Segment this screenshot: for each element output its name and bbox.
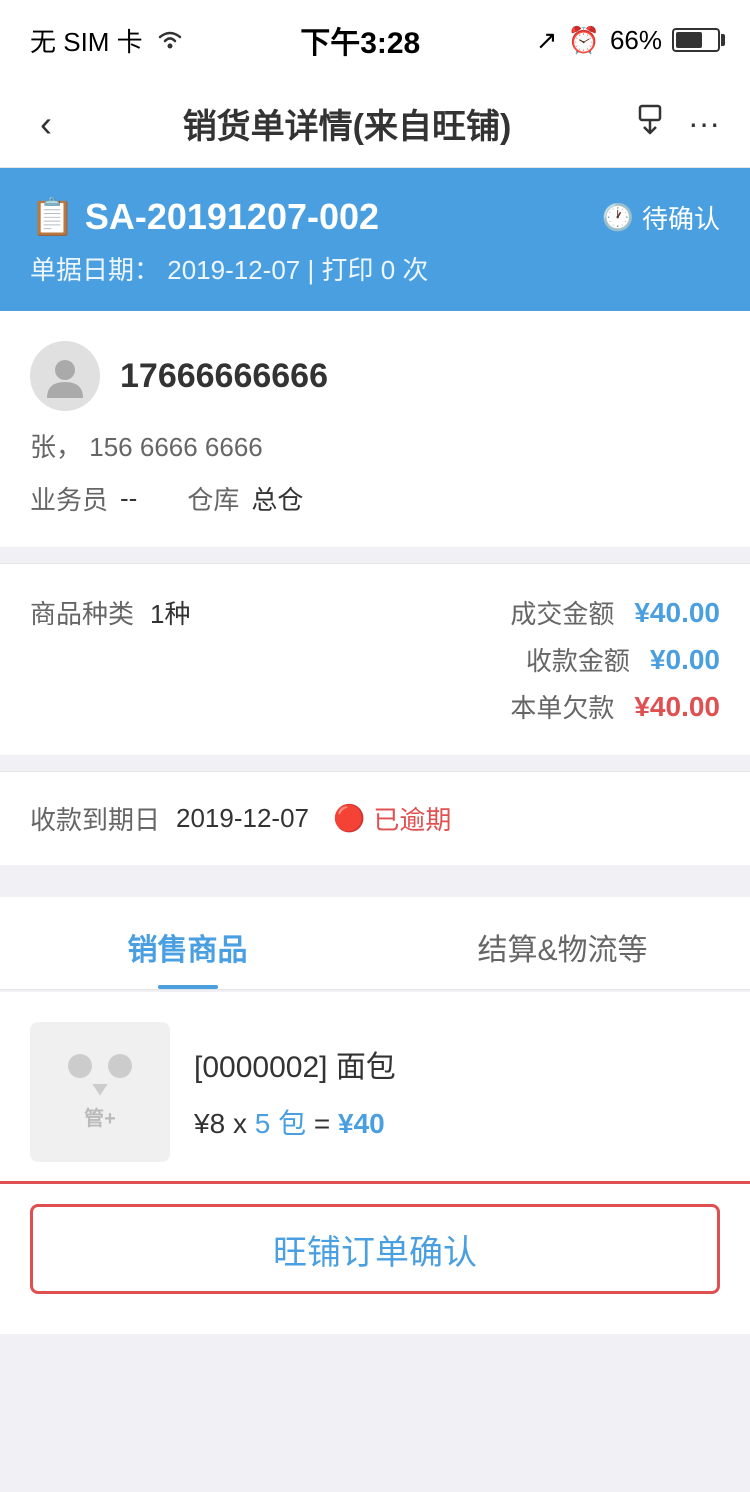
- amount-label: 成交金额: [510, 594, 614, 631]
- equals-symbol: =: [314, 1108, 338, 1139]
- product-total: ¥40: [338, 1108, 385, 1139]
- due-label: 收款到期日: [30, 800, 160, 837]
- tab-sales-goods-label: 销售商品: [128, 934, 248, 967]
- confirm-order-button[interactable]: 旺铺订单确认: [30, 1204, 720, 1294]
- customer-card: 17666666666 张， 156 6666 6666 业务员 -- 仓库 总…: [0, 311, 750, 547]
- summary-right: 成交金额 ¥40.00 收款金额 ¥0.00 本单欠款 ¥40.00: [510, 594, 720, 725]
- customer-phone: 17666666666: [120, 357, 328, 396]
- owl-eyes: [68, 1054, 132, 1078]
- order-id-text: SA-20191207-002: [85, 196, 379, 238]
- product-code: [0000002]: [194, 1051, 327, 1084]
- summary-card: 商品种类 1种 成交金额 ¥40.00 收款金额 ¥0.00 本单欠款 ¥40.…: [0, 564, 750, 755]
- product-qty-unit: 包: [278, 1108, 306, 1139]
- order-id: 📋 SA-20191207-002: [30, 196, 379, 238]
- due-date-value: 2019-12-07: [176, 803, 309, 834]
- status-clock-icon: 🕐: [602, 202, 634, 233]
- product-price: ¥8 x 5 包 = ¥40: [194, 1102, 720, 1142]
- share-icon[interactable]: [632, 102, 668, 146]
- warehouse-item: 仓库 总仓: [187, 480, 303, 517]
- owl-eye-right: [108, 1054, 132, 1078]
- print-label: | 打印: [307, 255, 373, 285]
- wifi-icon: [155, 25, 185, 56]
- customer-name-text: 张: [30, 432, 56, 462]
- more-icon[interactable]: ···: [688, 105, 720, 142]
- product-qty: 5: [255, 1108, 271, 1139]
- debt-value: ¥40.00: [634, 691, 720, 723]
- product-image: 管+: [30, 1022, 170, 1162]
- customer-meta: 业务员 -- 仓库 总仓: [30, 480, 720, 517]
- order-id-icon: 📋: [30, 196, 75, 238]
- product-name: [0000002] 面包: [194, 1042, 720, 1086]
- sales-label: 业务员: [30, 480, 108, 517]
- owl-beak: [92, 1084, 108, 1096]
- tab-settlement-label: 结算&物流等: [477, 934, 647, 967]
- tabs-container: 销售商品 结算&物流等: [0, 897, 750, 990]
- receipt-label: 收款金额: [526, 641, 630, 678]
- receipt-value: ¥0.00: [650, 644, 720, 676]
- bottom-button-container: 旺铺订单确认: [0, 1181, 750, 1334]
- section-divider: [0, 881, 750, 897]
- owl-eye-left: [68, 1054, 92, 1078]
- debt-label: 本单欠款: [510, 688, 614, 725]
- unit-price: ¥8: [194, 1108, 225, 1139]
- nav-actions: ···: [632, 102, 720, 146]
- overdue-text: 已逾期: [373, 800, 451, 837]
- status-left: 无 SIM 卡: [30, 22, 185, 59]
- customer-top: 17666666666: [30, 341, 720, 411]
- status-time: 下午3:28: [300, 18, 420, 62]
- due-date-card: 收款到期日 2019-12-07 🔴 已逾期: [0, 772, 750, 865]
- customer-info: 张， 156 6666 6666: [30, 427, 720, 464]
- product-info: [0000002] 面包 ¥8 x 5 包 = ¥40: [194, 1042, 720, 1142]
- warehouse-value: 总仓: [251, 480, 303, 517]
- customer-phone-alt: 156 6666 6666: [89, 432, 263, 462]
- warehouse-label: 仓库: [187, 480, 239, 517]
- type-label: 商品种类: [30, 594, 134, 631]
- tab-sales-goods[interactable]: 销售商品: [0, 897, 375, 989]
- status-text: 待确认: [642, 199, 720, 236]
- overdue-badge: 🔴 已逾期: [333, 800, 451, 837]
- status-bar: 无 SIM 卡 下午3:28 ↗ ⏰ 66%: [0, 0, 750, 80]
- back-button[interactable]: ‹: [30, 93, 62, 155]
- sales-item: 业务员 --: [30, 480, 137, 517]
- date-label: 单据日期：: [30, 255, 160, 285]
- nav-bar: ‹ 销货单详情(来自旺铺) ···: [0, 80, 750, 168]
- amount-row-2: 收款金额 ¥0.00: [526, 641, 720, 678]
- location-icon: ↗: [536, 25, 558, 56]
- amount-row-1: 成交金额 ¥40.00: [510, 594, 720, 631]
- carrier-label: 无 SIM 卡: [30, 22, 143, 59]
- order-meta: 单据日期： 2019-12-07 | 打印 0 次: [30, 250, 720, 287]
- alarm-icon: ⏰: [568, 25, 600, 56]
- order-date: 2019-12-07: [167, 255, 300, 285]
- header-card: 📋 SA-20191207-002 🕐 待确认 单据日期： 2019-12-07…: [0, 168, 750, 311]
- owl-label: 管+: [84, 1102, 116, 1131]
- product-card: 管+ [0000002] 面包 ¥8 x 5 包 = ¥40: [0, 992, 750, 1192]
- multiply-symbol: x: [233, 1108, 255, 1139]
- type-value: 1种: [150, 594, 190, 631]
- order-status-badge: 🕐 待确认: [602, 199, 720, 236]
- amount-row-3: 本单欠款 ¥40.00: [510, 688, 720, 725]
- avatar: [30, 341, 100, 411]
- header-top: 📋 SA-20191207-002 🕐 待确认: [30, 196, 720, 238]
- status-right: ↗ ⏰ 66%: [536, 25, 720, 56]
- product-thumbnail: 管+: [45, 1037, 155, 1147]
- overdue-icon: 🔴: [333, 803, 365, 834]
- amount-value: ¥40.00: [634, 597, 720, 629]
- print-count: 0: [381, 255, 395, 285]
- print-unit: 次: [402, 255, 428, 285]
- product-title: 面包: [336, 1051, 396, 1084]
- summary-left: 商品种类 1种: [30, 594, 190, 631]
- tab-settlement[interactable]: 结算&物流等: [375, 897, 750, 989]
- page-title: 销货单详情(来自旺铺): [183, 99, 512, 148]
- battery-percent: 66%: [610, 25, 662, 56]
- battery-icon: [672, 28, 720, 52]
- sales-value: --: [120, 483, 137, 514]
